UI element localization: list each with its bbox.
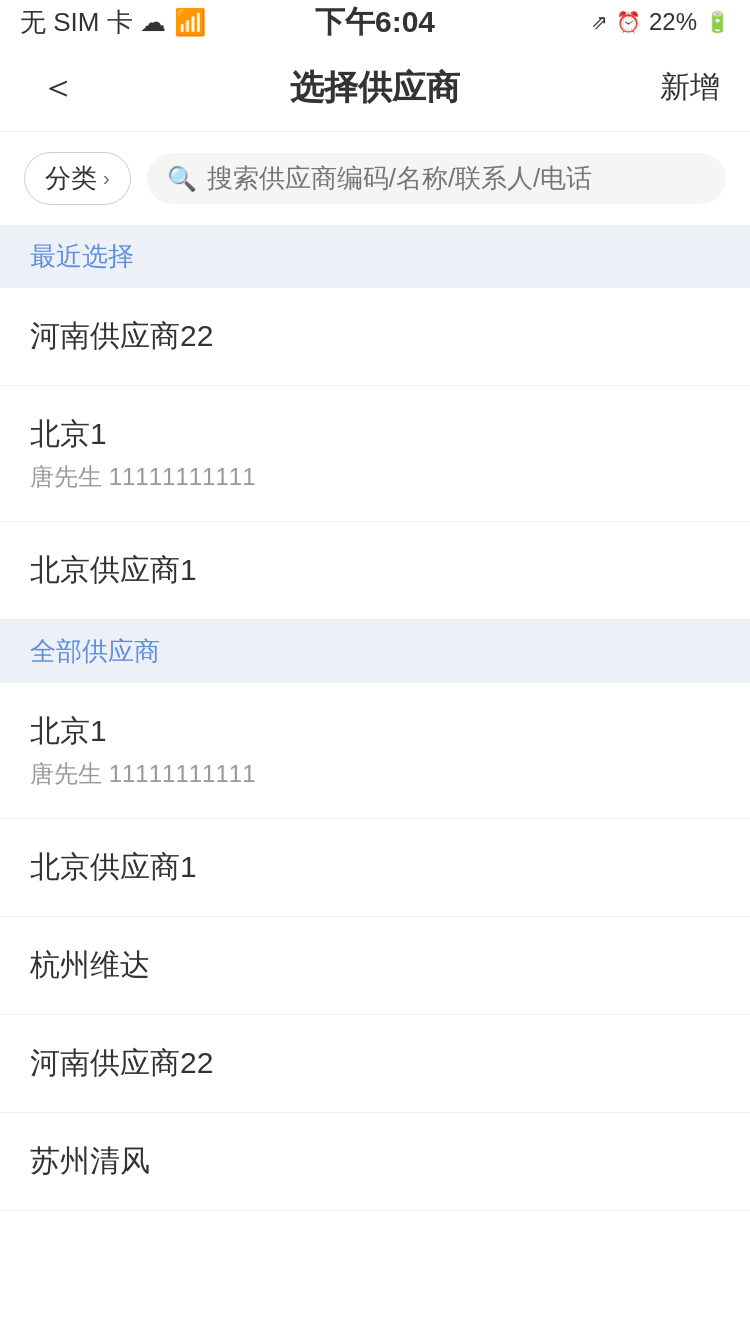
list-item[interactable]: 北京供应商1 <box>0 522 750 620</box>
list-item[interactable]: 北京供应商1 <box>0 819 750 917</box>
list-item[interactable]: 河南供应商22 <box>0 1015 750 1113</box>
all-list: 北京1 唐先生 11111111111 北京供应商1 杭州维达 河南供应商22 … <box>0 683 750 1211</box>
search-icon: 🔍 <box>167 165 197 193</box>
recent-section-header: 最近选择 <box>0 225 750 288</box>
wifi-icon: 📶 <box>174 7 206 38</box>
filter-bar: 分类 › 🔍 <box>0 132 750 225</box>
status-time: 下午6:04 <box>315 2 435 43</box>
all-section-title: 全部供应商 <box>30 636 160 666</box>
category-filter-button[interactable]: 分类 › <box>24 152 131 205</box>
status-left: 无 SIM 卡 ☁ 📶 <box>20 5 206 40</box>
list-item[interactable]: 苏州清风 <box>0 1113 750 1211</box>
alarm-icon: ⏰ <box>616 10 641 34</box>
item-name: 北京1 <box>30 414 720 455</box>
new-add-button[interactable]: 新增 <box>660 67 720 108</box>
back-button[interactable]: ＜ <box>30 53 86 122</box>
search-box: 🔍 <box>147 153 726 204</box>
recent-list: 河南供应商22 北京1 唐先生 11111111111 北京供应商1 <box>0 288 750 620</box>
location-icon: ⇗ <box>591 10 608 34</box>
status-bar: 无 SIM 卡 ☁ 📶 下午6:04 ⇗ ⏰ 22% 🔋 <box>0 0 750 44</box>
list-item[interactable]: 河南供应商22 <box>0 288 750 386</box>
list-item[interactable]: 杭州维达 <box>0 917 750 1015</box>
chevron-right-icon: › <box>103 167 110 190</box>
recent-section-title: 最近选择 <box>30 241 134 271</box>
nav-bar: ＜ 选择供应商 新增 <box>0 44 750 132</box>
status-right: ⇗ ⏰ 22% 🔋 <box>591 8 730 36</box>
item-name: 北京供应商1 <box>30 550 720 591</box>
item-sub: 唐先生 11111111111 <box>30 758 720 790</box>
item-name: 苏州清风 <box>30 1141 720 1182</box>
item-name: 杭州维达 <box>30 945 720 986</box>
battery-icon: 🔋 <box>705 10 730 34</box>
item-name: 河南供应商22 <box>30 316 720 357</box>
list-item[interactable]: 北京1 唐先生 11111111111 <box>0 386 750 522</box>
page-title: 选择供应商 <box>290 65 460 111</box>
battery-level: 22% <box>649 8 697 36</box>
all-section-header: 全部供应商 <box>0 620 750 683</box>
list-item[interactable]: 北京1 唐先生 11111111111 <box>0 683 750 819</box>
item-name: 河南供应商22 <box>30 1043 720 1084</box>
item-sub: 唐先生 11111111111 <box>30 461 720 493</box>
sim-status: 无 SIM 卡 ☁ <box>20 5 166 40</box>
category-label: 分类 <box>45 161 97 196</box>
item-name: 北京供应商1 <box>30 847 720 888</box>
search-input[interactable] <box>207 163 706 194</box>
item-name: 北京1 <box>30 711 720 752</box>
